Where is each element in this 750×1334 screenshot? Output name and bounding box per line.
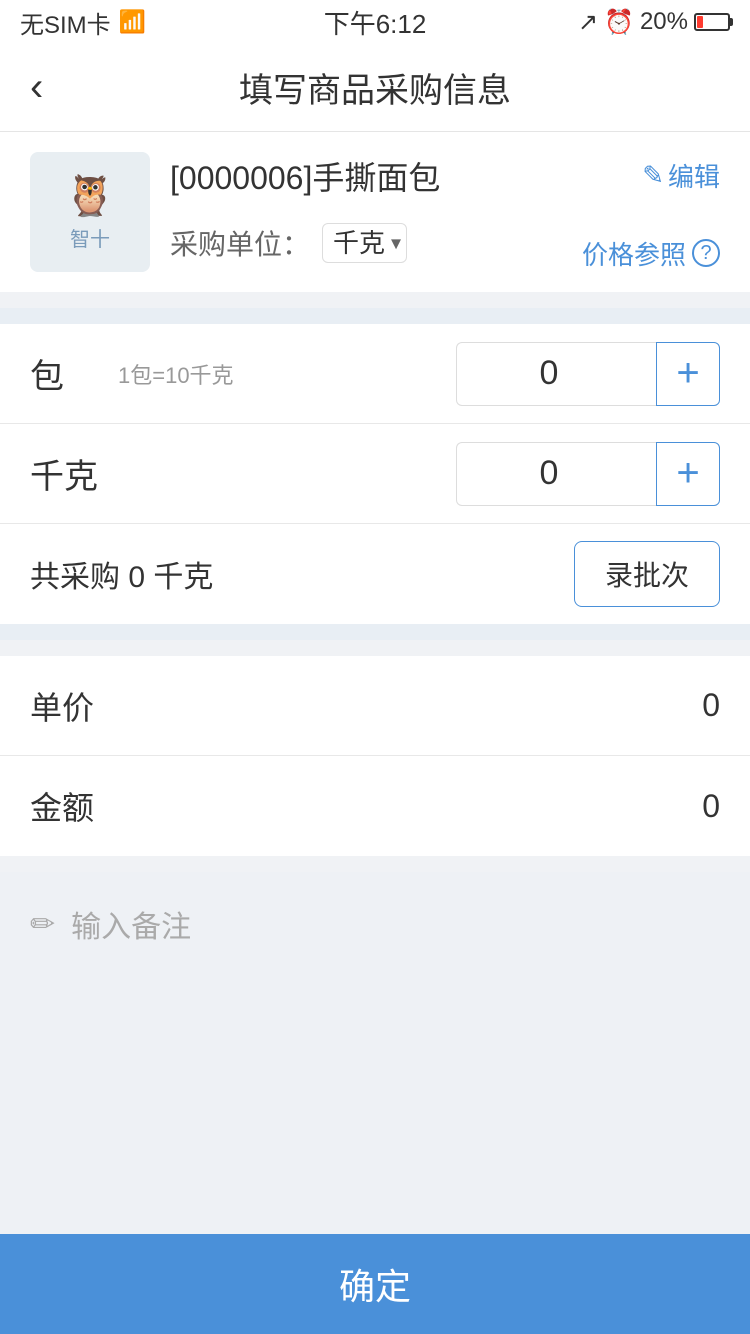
total-amount: 0 — [128, 561, 145, 594]
empty-space — [0, 976, 750, 1276]
amount-value: 0 — [702, 788, 720, 825]
kg-input[interactable] — [456, 442, 656, 506]
product-card: 🦉 智十 [0000006]手撕面包 ✎ 编辑 采购单位： 千克 包 — [0, 132, 750, 292]
unit-price-label: 单价 — [30, 683, 94, 729]
status-bar-left: 无SIM卡 📶 — [20, 5, 146, 40]
section-divider-2 — [0, 624, 750, 640]
kg-label: 千克 — [30, 449, 110, 498]
location-icon: ↗ — [578, 8, 598, 37]
total-prefix: 共采购 — [30, 561, 120, 594]
edit-button[interactable]: ✎ 编辑 — [642, 157, 720, 194]
product-image-owl: 🦉 — [65, 172, 115, 219]
price-ref-icon: ? — [692, 239, 720, 267]
product-meta: 采购单位： 千克 包 — [170, 223, 407, 263]
alarm-icon: ⏰ — [604, 8, 634, 37]
unit-select-wrapper[interactable]: 千克 包 — [322, 223, 407, 263]
amount-label: 金额 — [30, 783, 94, 829]
unit-label: 采购单位： — [170, 223, 310, 263]
kg-input-wrapper: + — [456, 442, 720, 506]
confirm-button[interactable]: 确定 — [0, 1234, 750, 1334]
price-ref-label: 价格参照 — [582, 235, 686, 272]
remark-section[interactable]: ✏ 输入备注 — [0, 872, 750, 976]
price-info-section: 单价 0 金额 0 — [0, 656, 750, 856]
quantity-section: 包 1包=10千克 + 千克 + — [0, 324, 750, 524]
wifi-icon: 📶 — [119, 9, 146, 35]
status-bar-time: 下午6:12 — [324, 4, 427, 41]
pencil-icon: ✏ — [30, 907, 55, 942]
bao-sublabel: 1包=10千克 — [118, 358, 234, 390]
bao-label: 包 — [30, 349, 110, 398]
nav-bar: ‹ 填写商品采购信息 — [0, 44, 750, 132]
total-row: 共采购 0 千克 录批次 — [0, 524, 750, 624]
battery-percent: 20% — [640, 8, 688, 36]
bao-input-wrapper: + — [456, 342, 720, 406]
content: 🦉 智十 [0000006]手撕面包 ✎ 编辑 采购单位： 千克 包 — [0, 132, 750, 1276]
status-bar-right: ↗ ⏰ 20% — [578, 8, 730, 37]
batch-button[interactable]: 录批次 — [574, 541, 720, 607]
product-image-label: 智十 — [70, 223, 110, 252]
amount-row: 金额 0 — [0, 756, 750, 856]
kg-plus-button[interactable]: + — [656, 442, 720, 506]
battery-indicator — [694, 13, 730, 31]
total-text: 共采购 0 千克 — [30, 552, 213, 596]
unit-price-value: 0 — [702, 687, 720, 724]
bao-row: 包 1包=10千克 + — [0, 324, 750, 424]
price-ref-button[interactable]: 价格参照 ? — [582, 235, 720, 272]
remark-placeholder: 输入备注 — [71, 902, 191, 946]
edit-label: 编辑 — [668, 157, 720, 194]
carrier-label: 无SIM卡 — [20, 5, 111, 40]
bao-input[interactable] — [456, 342, 656, 406]
product-image: 🦉 智十 — [30, 152, 150, 272]
total-unit: 千克 — [153, 561, 213, 594]
product-info: [0000006]手撕面包 ✎ 编辑 采购单位： 千克 包 — [170, 153, 720, 272]
page-title: 填写商品采购信息 — [239, 63, 511, 112]
back-button[interactable]: ‹ — [30, 65, 43, 110]
edit-icon: ✎ — [642, 160, 664, 191]
product-name: [0000006]手撕面包 — [170, 153, 440, 199]
bao-plus-button[interactable]: + — [656, 342, 720, 406]
status-bar: 无SIM卡 📶 下午6:12 ↗ ⏰ 20% — [0, 0, 750, 44]
unit-select[interactable]: 千克 包 — [322, 223, 407, 263]
kg-row: 千克 + — [0, 424, 750, 524]
unit-price-row: 单价 0 — [0, 656, 750, 756]
section-divider-1 — [0, 308, 750, 324]
